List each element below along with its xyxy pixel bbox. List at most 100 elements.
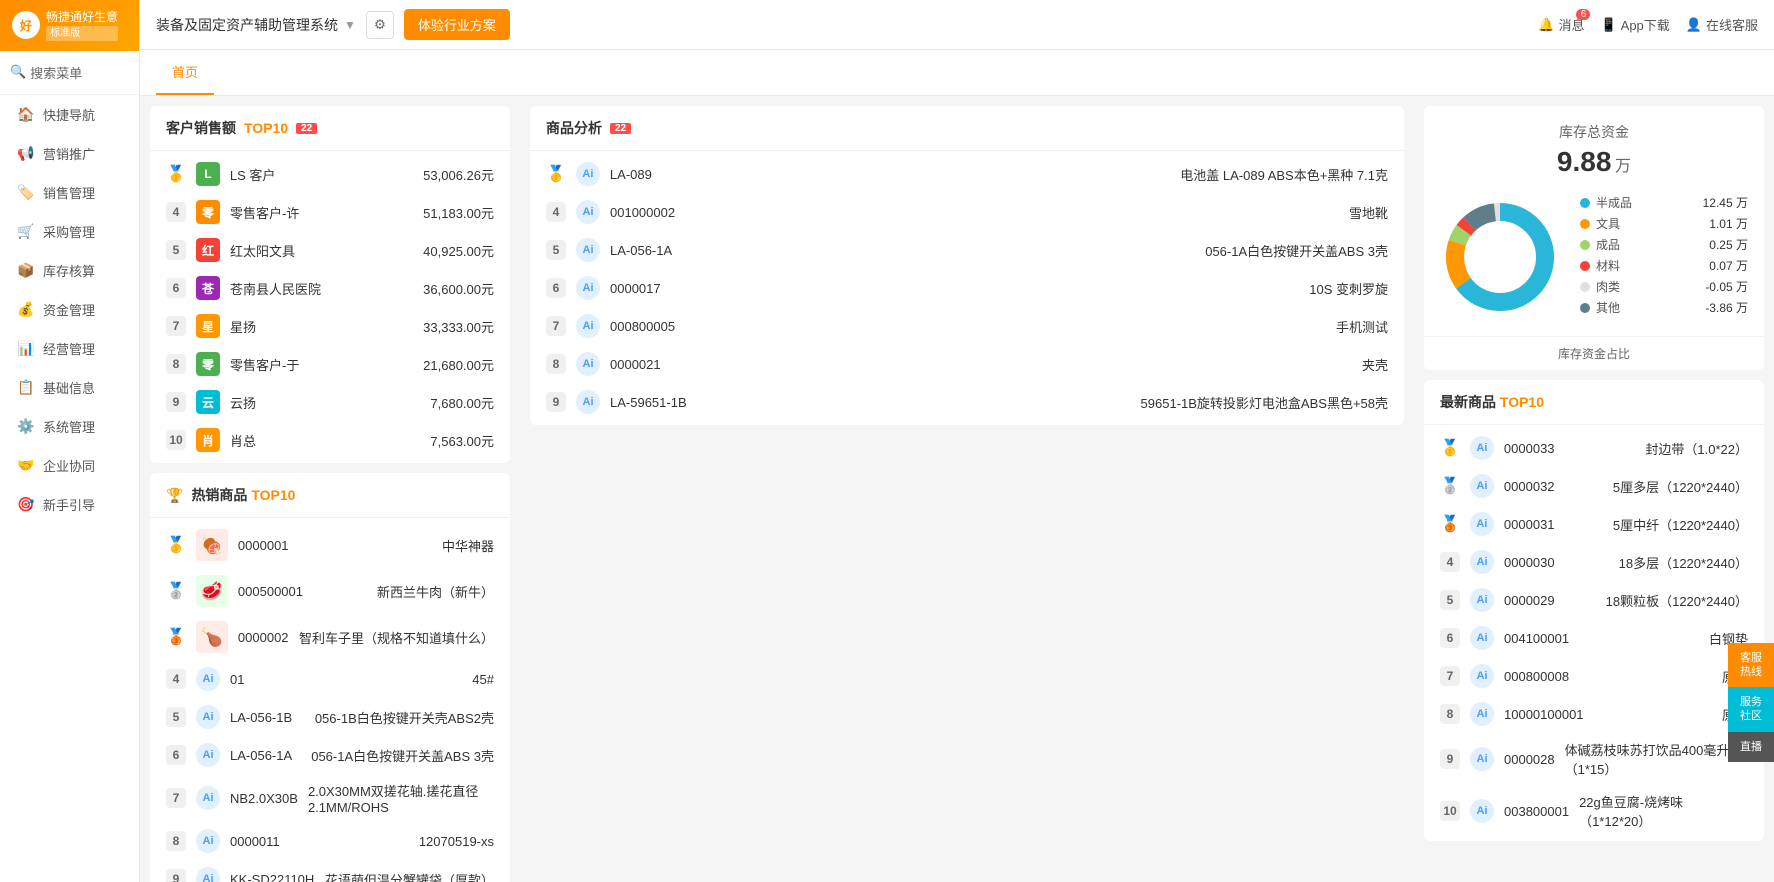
inventory-title: 库存总资金 xyxy=(1440,122,1748,142)
rank-number: 9 xyxy=(1440,749,1460,769)
product-icon: Ai xyxy=(1470,550,1494,574)
sidebar-item-operations[interactable]: 📊 经营管理 xyxy=(0,329,139,368)
product-code: 000800008 xyxy=(1504,669,1712,684)
legend-value: -0.05 万 xyxy=(1705,278,1748,295)
logo-text: 畅捷通好生意 标准版 xyxy=(46,10,118,41)
list-item: 10 Ai 003800001 22g鱼豆腐-烧烤味（1*12*20） xyxy=(1424,785,1764,837)
inventory-icon: 📦 xyxy=(17,262,35,279)
legend-dot-semifinished xyxy=(1580,198,1590,208)
customer-service-button[interactable]: 客服热线 xyxy=(1728,643,1774,688)
customer-icon: 红 xyxy=(196,238,220,262)
product-code: 000800005 xyxy=(610,319,1326,334)
table-row: 6 苍 苍南县人民医院 36,600.00元 xyxy=(150,269,510,307)
table-row: 9 云 云扬 7,680.00元 xyxy=(150,383,510,421)
legend-name: 肉类 xyxy=(1596,278,1699,295)
system-dropdown-icon[interactable]: ▼ xyxy=(344,18,356,32)
sidebar-item-system[interactable]: ⚙️ 系统管理 xyxy=(0,407,139,446)
trial-button[interactable]: 体验行业方案 xyxy=(404,9,510,40)
product-icon: Ai xyxy=(1470,702,1494,726)
rank-number: 4 xyxy=(546,202,566,222)
product-analysis-badge: 22 xyxy=(610,123,631,134)
content-tabs: 首页 xyxy=(140,50,1774,96)
customer-value: 21,680.00元 xyxy=(423,355,494,374)
base-info-icon: 📋 xyxy=(17,379,35,396)
online-service-button[interactable]: 👤 在线客服 xyxy=(1686,15,1758,34)
sidebar-item-base-info[interactable]: 📋 基础信息 xyxy=(0,368,139,407)
service-community-button[interactable]: 服务社区 xyxy=(1728,687,1774,732)
product-name: 056-1A白色按键开关盖ABS 3壳 xyxy=(311,746,494,765)
list-item: 8 Ai 10000100001 原壶 xyxy=(1424,695,1764,733)
online-service-label: 在线客服 xyxy=(1706,15,1758,34)
table-row: 7 星 星扬 33,333.00元 xyxy=(150,307,510,345)
sidebar-item-label: 经营管理 xyxy=(43,339,95,358)
livestream-button[interactable]: 直播 xyxy=(1728,732,1774,762)
notifications-button[interactable]: 🔔 消息 6 xyxy=(1538,15,1584,34)
topbar-right: 🔔 消息 6 📱 App下载 👤 在线客服 xyxy=(1538,15,1758,34)
rank-number: 6 xyxy=(546,278,566,298)
hot-products-header: 🏆 热销商品 TOP10 xyxy=(150,473,510,518)
product-icon: Ai xyxy=(576,276,600,300)
list-item: 6 Ai 004100001 白钢垫 xyxy=(1424,619,1764,657)
tab-home[interactable]: 首页 xyxy=(156,50,214,95)
new-products-card: 最新商品 TOP10 🥇 Ai 0000033 封边带（1.0*22） 🥈 Ai… xyxy=(1424,380,1764,841)
rank-number: 9 xyxy=(166,392,186,412)
customer-icon: L xyxy=(196,162,220,186)
sidebar-item-inventory[interactable]: 📦 库存核算 xyxy=(0,251,139,290)
rank-number: 4 xyxy=(166,669,186,689)
system-icon: ⚙️ xyxy=(17,418,35,435)
sidebar-item-purchase[interactable]: 🛒 采购管理 xyxy=(0,212,139,251)
product-image: 🍗 xyxy=(196,621,228,653)
list-item: 5 Ai 0000029 18颗粒板（1220*2440） xyxy=(1424,581,1764,619)
product-code: 0000002 xyxy=(238,630,289,645)
sidebar-item-label: 快捷导航 xyxy=(43,105,95,124)
list-item: 🥈 🥩 000500001 新西兰牛肉（新牛） xyxy=(150,568,510,614)
sidebar-item-new-guide[interactable]: 🎯 新手引导 xyxy=(0,485,139,524)
product-code: LA-59651-1B xyxy=(610,395,1131,410)
product-icon: Ai xyxy=(196,786,220,810)
app-download-button[interactable]: 📱 App下载 xyxy=(1600,15,1669,34)
customer-name: 零售客户-许 xyxy=(230,203,413,222)
customer-rank-list: 🥇 L LS 客户 53,006.26元 4 零 零售客户-许 51,183.0… xyxy=(150,151,510,463)
table-row: 5 红 红太阳文具 40,925.00元 xyxy=(150,231,510,269)
sidebar-item-cooperation[interactable]: 🤝 企业协同 xyxy=(0,446,139,485)
product-icon: Ai xyxy=(1470,588,1494,612)
product-code: 000500001 xyxy=(238,584,367,599)
product-code: 0000032 xyxy=(1504,479,1603,494)
sidebar-item-sales[interactable]: 🏷️ 销售管理 xyxy=(0,173,139,212)
legend-item: 半成品 12.45 万 xyxy=(1580,194,1748,211)
product-name: 59651-1B旋转投影灯电池盒ABS黑色+58壳 xyxy=(1141,393,1388,412)
product-icon: Ai xyxy=(196,743,220,767)
list-item: 5 Ai LA-056-1A 056-1A白色按键开关盖ABS 3壳 xyxy=(530,231,1404,269)
product-name: 056-1B白色按键开关壳ABS2壳 xyxy=(315,708,494,727)
rank-number: 8 xyxy=(166,831,186,851)
product-code: LA-056-1A xyxy=(610,243,1195,258)
product-code: 0000011 xyxy=(230,834,409,849)
sidebar-item-marketing[interactable]: 📢 营销推广 xyxy=(0,134,139,173)
search-menu-button[interactable]: 🔍 搜索菜单 xyxy=(10,59,82,86)
customer-icon: 星 xyxy=(196,314,220,338)
medal-icon: 🥈 xyxy=(166,581,186,601)
inventory-donut-chart xyxy=(1440,197,1560,317)
customer-icon: 零 xyxy=(196,200,220,224)
customer-name: 零售客户-于 xyxy=(230,355,413,374)
service-icon: 👤 xyxy=(1686,17,1702,33)
rank-number: 8 xyxy=(1440,704,1460,724)
customer-rank-card: 客户销售额 TOP10 22 🥇 L LS 客户 53,006.26元 4 零 … xyxy=(150,106,510,463)
inventory-footer: 库存资金占比 xyxy=(1424,336,1764,370)
app-download-label: App下载 xyxy=(1621,15,1670,34)
product-code: 0000017 xyxy=(610,281,1299,296)
list-item: 🥉 Ai 0000031 5厘中纤（1220*2440） xyxy=(1424,505,1764,543)
settings-button[interactable]: ⚙ xyxy=(366,11,394,39)
product-analysis-header: 商品分析 22 xyxy=(530,106,1404,151)
new-products-title: 最新商品 TOP10 xyxy=(1440,392,1544,412)
customer-value: 51,183.00元 xyxy=(423,203,494,222)
list-item: 6 Ai 0000017 10S 变刺罗旋 xyxy=(530,269,1404,307)
customer-value: 33,333.00元 xyxy=(423,317,494,336)
customer-rank-top10: TOP10 xyxy=(244,120,288,136)
medal-icon: 🥉 xyxy=(166,627,186,647)
search-icon: 🔍 xyxy=(10,64,26,80)
sidebar-item-quick-nav[interactable]: 🏠 快捷导航 xyxy=(0,95,139,134)
sidebar-item-finance[interactable]: 💰 资金管理 xyxy=(0,290,139,329)
product-name: 封边带（1.0*22） xyxy=(1645,439,1748,458)
list-item: 6 Ai LA-056-1A 056-1A白色按键开关盖ABS 3壳 xyxy=(150,736,510,774)
